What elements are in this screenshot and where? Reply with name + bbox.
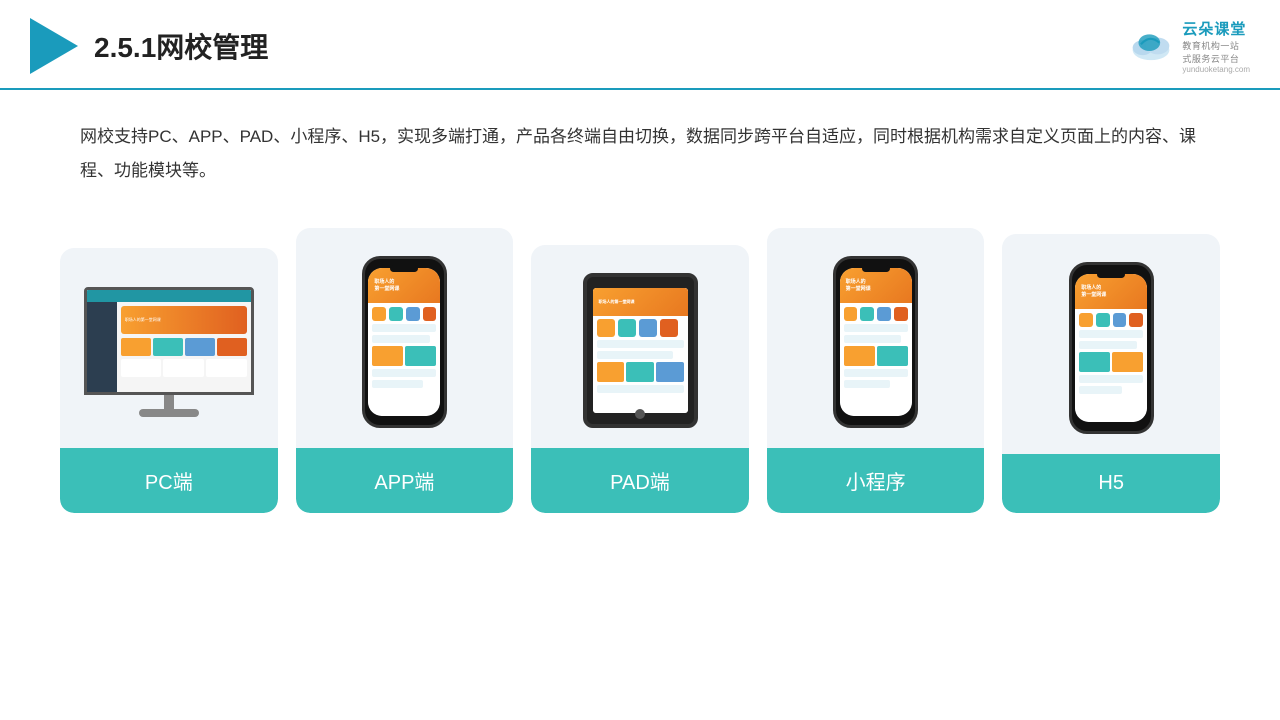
phone-app-screen: 职场人的第一堂网课 — [368, 268, 440, 416]
card-h5-image: 职场人的第一堂网课 — [1002, 234, 1220, 454]
monitor-icon: 职场人的第一堂网课 — [84, 287, 254, 417]
brand-name: 云朵课堂 — [1182, 18, 1246, 39]
phone-mini-icon: 职场人的第一堂网课 — [833, 256, 918, 428]
card-mini: 职场人的第一堂网课 — [767, 228, 985, 513]
header-right: 云朵课堂 教育机构一站 式服务云平台 yunduoketang.com — [1126, 18, 1250, 74]
monitor-screen: 职场人的第一堂网课 — [84, 287, 254, 395]
card-pc-image: 职场人的第一堂网课 — [60, 248, 278, 448]
header: 2.5.1网校管理 云朵课堂 教育机构一站 式服务云平台 yunduoketan… — [0, 0, 1280, 90]
card-app-image: 职场人的第一堂网课 — [296, 228, 514, 448]
brand-logo: 云朵课堂 教育机构一站 式服务云平台 yunduoketang.com — [1126, 18, 1250, 74]
card-h5: 职场人的第一堂网课 — [1002, 234, 1220, 513]
card-pad: 职场人的第一堂网课 — [531, 245, 749, 513]
brand-slogan: 教育机构一站 式服务云平台 — [1182, 39, 1239, 65]
logo-triangle-icon — [30, 18, 78, 74]
card-pc: 职场人的第一堂网课 — [60, 248, 278, 513]
phone-mini-screen: 职场人的第一堂网课 — [840, 268, 912, 416]
tablet-screen: 职场人的第一堂网课 — [593, 288, 688, 413]
brand-url: yunduoketang.com — [1182, 65, 1250, 74]
pc-screen-content: 职场人的第一堂网课 — [87, 290, 251, 392]
cloud-icon — [1126, 29, 1176, 63]
description-text: 网校支持PC、APP、PAD、小程序、H5，实现多端打通，产品各终端自由切换，数… — [0, 90, 1280, 198]
page-title: 2.5.1网校管理 — [94, 26, 268, 66]
cards-container: 职场人的第一堂网课 — [0, 198, 1280, 543]
phone-h5-screen: 职场人的第一堂网课 — [1075, 274, 1147, 422]
tablet-icon: 职场人的第一堂网课 — [583, 273, 698, 428]
card-pc-label: PC端 — [60, 448, 278, 513]
card-mini-image: 职场人的第一堂网课 — [767, 228, 985, 448]
card-pad-label: PAD端 — [531, 448, 749, 513]
card-pad-image: 职场人的第一堂网课 — [531, 245, 749, 448]
card-app: 职场人的第一堂网课 — [296, 228, 514, 513]
brand-text: 云朵课堂 教育机构一站 式服务云平台 yunduoketang.com — [1182, 18, 1250, 74]
phone-h5-icon: 职场人的第一堂网课 — [1069, 262, 1154, 434]
header-left: 2.5.1网校管理 — [30, 18, 268, 74]
card-app-label: APP端 — [296, 448, 514, 513]
phone-app-icon: 职场人的第一堂网课 — [362, 256, 447, 428]
card-mini-label: 小程序 — [767, 448, 985, 513]
card-h5-label: H5 — [1002, 454, 1220, 513]
